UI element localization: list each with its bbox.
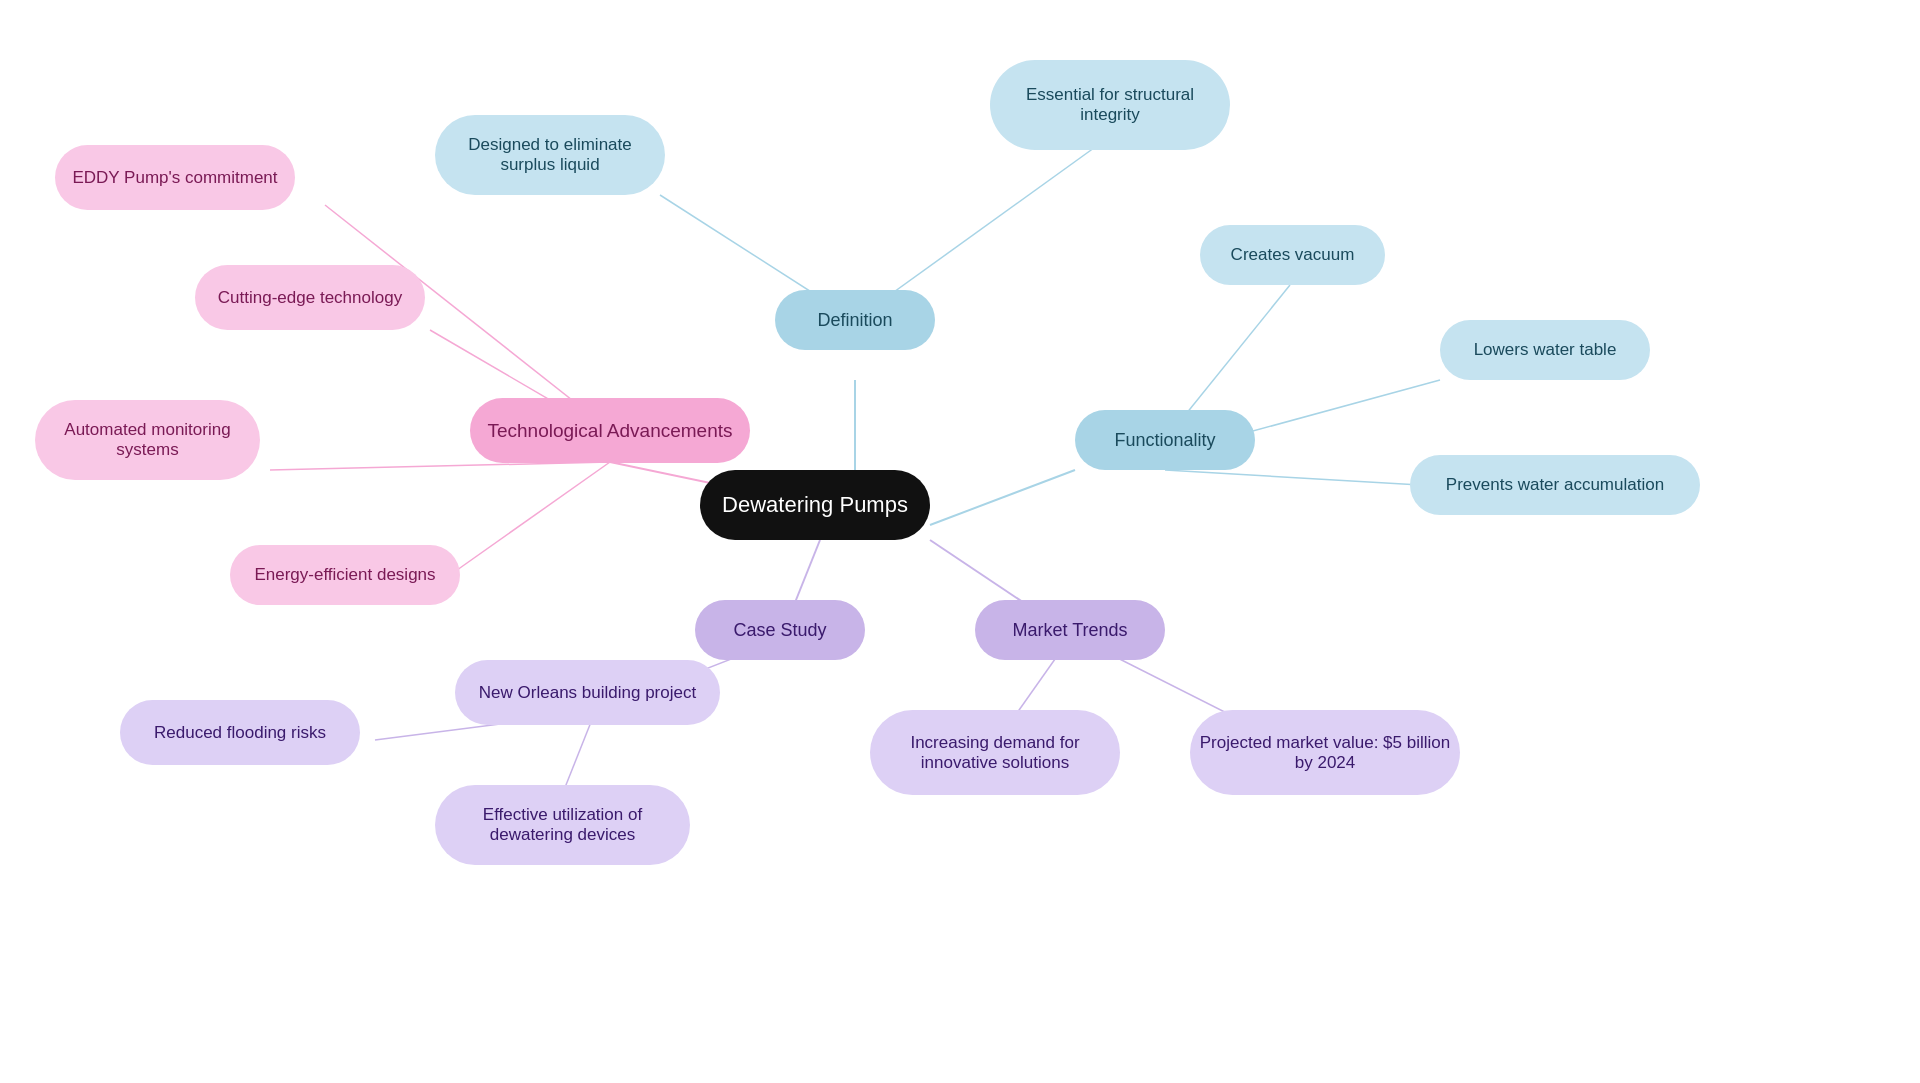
prevents-water-accumulation-node[interactable]: Prevents water accumulation (1410, 455, 1700, 515)
new-orleans-node[interactable]: New Orleans building project (455, 660, 720, 725)
market-trends-node[interactable]: Market Trends (975, 600, 1165, 660)
definition-node[interactable]: Definition (775, 290, 935, 350)
tech-advancements-node[interactable]: Technological Advancements (470, 398, 750, 463)
center-label: Dewatering Pumps (722, 492, 908, 518)
reduced-flooding-node[interactable]: Reduced flooding risks (120, 700, 360, 765)
cutting-edge-node[interactable]: Cutting-edge technology (195, 265, 425, 330)
eddy-commitment-node[interactable]: EDDY Pump's commitment (55, 145, 295, 210)
svg-line-9 (1165, 470, 1420, 485)
creates-vacuum-node[interactable]: Creates vacuum (1200, 225, 1385, 285)
automated-monitoring-node[interactable]: Automated monitoring systems (35, 400, 260, 480)
projected-market-node[interactable]: Projected market value: $5 billion by 20… (1190, 710, 1460, 795)
case-study-node[interactable]: Case Study (695, 600, 865, 660)
designed-to-eliminate-node[interactable]: Designed to eliminate surplus liquid (435, 115, 665, 195)
increasing-demand-node[interactable]: Increasing demand for innovative solutio… (870, 710, 1120, 795)
essential-structural-node[interactable]: Essential for structural integrity (990, 60, 1230, 150)
svg-line-12 (270, 462, 610, 470)
functionality-node[interactable]: Functionality (1075, 410, 1255, 470)
svg-line-1 (930, 470, 1075, 525)
lowers-water-table-node[interactable]: Lowers water table (1440, 320, 1650, 380)
energy-efficient-node[interactable]: Energy-efficient designs (230, 545, 460, 605)
center-node[interactable]: Dewatering Pumps (700, 470, 930, 540)
effective-utilization-node[interactable]: Effective utilization of dewatering devi… (435, 785, 690, 865)
svg-line-13 (450, 462, 610, 575)
